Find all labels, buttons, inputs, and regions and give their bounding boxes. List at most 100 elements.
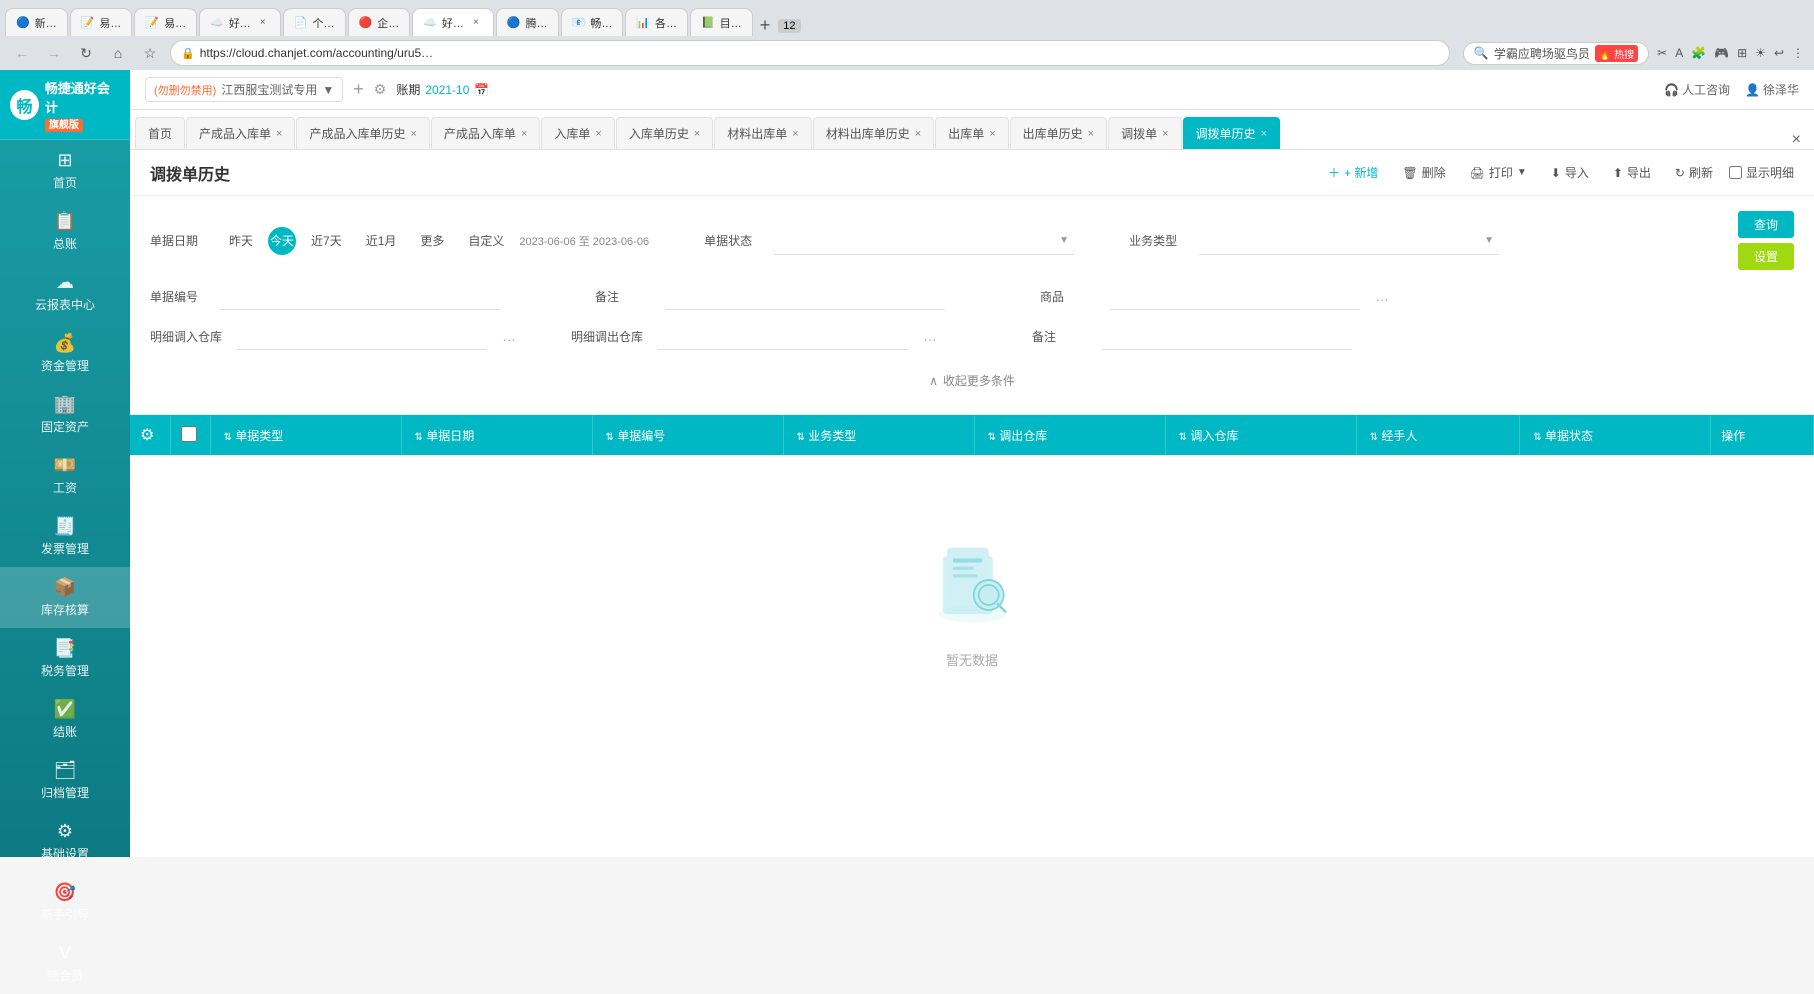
date-more[interactable]: 更多 [411,228,453,253]
collapse-btn[interactable]: ∧ 收起更多条件 [924,367,1020,394]
browser-tab-3[interactable]: 📝 易… [134,8,197,36]
note-input[interactable] [665,282,945,310]
nav-tab-close-2[interactable]: × [410,128,416,140]
sidebar-item-ledger[interactable]: 📋 总账 [0,201,130,262]
new-tab-btn[interactable]: + [760,15,771,36]
nav-tab-warehouse-in-hist[interactable]: 入库单历史 × [616,117,713,149]
bookmark-btn[interactable]: ☆ [138,41,162,65]
detail-note-input[interactable] [1102,322,1352,350]
period-value[interactable]: 2021-10 [425,83,469,97]
delete-btn[interactable]: 🗑 删除 [1394,160,1453,185]
company-settings-btn[interactable]: ⚙ [374,81,387,98]
browser-tab-11[interactable]: 📗 目… [690,8,753,36]
forward-btn[interactable]: → [42,41,66,65]
table-settings-icon[interactable]: ⚙ [140,427,154,444]
nav-tab-transfer[interactable]: 调拨单 × [1108,117,1181,149]
th-settings[interactable]: ⚙ [130,415,170,455]
nav-tab-close-6[interactable]: × [792,128,798,140]
sidebar-item-archive[interactable]: 🗂 归档管理 [0,750,130,811]
sidebar-item-home[interactable]: ⊞ 首页 [0,140,130,201]
goods-input[interactable] [1110,282,1360,310]
nav-tab-close-11[interactable]: × [1261,128,1267,140]
display-detail-checkbox[interactable] [1729,166,1742,179]
sidebar-item-tax[interactable]: 📑 税务管理 [0,628,130,689]
th-checkbox[interactable] [170,415,210,455]
nav-tab-product-in[interactable]: 产成品入库单 × [186,117,295,149]
nav-tab-close-1[interactable]: × [276,128,282,140]
sidebar-item-close[interactable]: ✅ 结账 [0,689,130,750]
browser-tab-7[interactable]: ☁️ 好… × [412,8,494,36]
extension-icon[interactable]: 🧩 [1691,46,1706,60]
query-btn[interactable]: 查询 [1738,211,1794,238]
sidebar-item-inventory[interactable]: 📦 库存核算 [0,567,130,628]
detail-in-ellipsis[interactable]: … [502,328,516,344]
sidebar-item-salary[interactable]: 💴 工资 [0,445,130,506]
company-selector[interactable]: (勿删勿禁用) 江西服宝测试专用 ▼ [145,77,343,102]
browser-tab-10[interactable]: 📊 各… [625,8,688,36]
th-out-warehouse[interactable]: ⇅ 调出仓库 [974,415,1165,455]
search-bar[interactable]: 🔍 学霸应聘场驱鸟员 🔥 热搜 [1463,42,1649,65]
status-select[interactable] [774,226,1059,254]
tab-close-7[interactable]: × [469,16,483,30]
sidebar-item-guide[interactable]: 🎯 新手引导 [0,872,130,933]
th-in-warehouse[interactable]: ⇅ 调入仓库 [1165,415,1356,455]
grid-icon[interactable]: ⊞ [1737,46,1747,60]
refresh-btn[interactable]: ↻ 刷新 [1667,160,1721,185]
browser-tab-1[interactable]: 🔵 新… [5,8,68,36]
detail-in-input[interactable] [237,322,487,350]
nav-tab-close-9[interactable]: × [1088,128,1094,140]
user-avatar[interactable]: 👤 徐泽华 [1745,81,1799,98]
th-doc-status[interactable]: ⇅ 单据状态 [1520,415,1711,455]
detail-out-ellipsis[interactable]: … [923,328,937,344]
nav-tab-product-in-hist[interactable]: 产成品入库单历史 × [296,117,429,149]
browser-tab-6[interactable]: 🔴 企… [348,8,411,36]
nav-tab-close-7[interactable]: × [915,128,921,140]
doc-no-input[interactable] [220,282,500,310]
nav-tab-transfer-hist[interactable]: 调拨单历史 × [1183,117,1280,149]
sidebar-item-reports[interactable]: ☁ 云报表中心 [0,262,130,323]
goods-ellipsis[interactable]: … [1375,288,1389,304]
nav-tab-home[interactable]: 首页 [135,117,185,149]
display-detail-toggle[interactable]: 显示明细 [1729,164,1794,181]
service-btn[interactable]: 🎧 人工咨询 [1664,81,1730,98]
add-company-btn[interactable]: + [353,79,364,100]
new-btn[interactable]: ＋ + 新增 [1320,160,1386,185]
th-doc-type[interactable]: ⇅ 单据类型 [210,415,401,455]
nav-tab-product-in2[interactable]: 产成品入库单 × [431,117,540,149]
export-btn[interactable]: ⬆ 导出 [1605,160,1659,185]
nav-tab-warehouse-in[interactable]: 入库单 × [541,117,614,149]
date-7days[interactable]: 近7天 [302,228,351,253]
import-btn[interactable]: ⬇ 导入 [1543,160,1597,185]
url-bar[interactable]: 🔒 https://cloud.chanjet.com/accounting/u… [170,40,1450,66]
scissors-icon[interactable]: ✂ [1657,46,1667,60]
menu-icon[interactable]: ⋮ [1792,46,1804,60]
theme-icon[interactable]: ☀ [1755,46,1766,60]
th-handler[interactable]: ⇅ 经手人 [1356,415,1520,455]
undo-icon[interactable]: ↩ [1774,46,1784,60]
detail-out-input[interactable] [658,322,908,350]
print-dropdown-icon[interactable]: ▼ [1517,167,1527,178]
translate-icon[interactable]: A [1675,46,1683,60]
back-btn[interactable]: ← [10,41,34,65]
game-icon[interactable]: 🎮 [1714,46,1729,60]
tab-close-4[interactable]: × [256,16,270,30]
date-1month[interactable]: 近1月 [357,228,406,253]
date-custom[interactable]: 自定义 [459,228,513,253]
nav-tab-close-5[interactable]: × [694,128,700,140]
nav-tab-out[interactable]: 出库单 × [935,117,1008,149]
browser-tab-2[interactable]: 📝 易… [70,8,133,36]
print-btn[interactable]: 🖨 打印 ▼ [1462,160,1535,185]
home-btn[interactable]: ⌂ [106,41,130,65]
sidebar-item-finance[interactable]: 💰 资金管理 [0,323,130,384]
select-all-checkbox[interactable] [181,426,197,442]
nav-tab-close-10[interactable]: × [1162,128,1168,140]
th-doc-date[interactable]: ⇅ 单据日期 [401,415,592,455]
sidebar-item-assets[interactable]: 🏢 固定资产 [0,384,130,445]
close-all-tabs-btn[interactable]: × [1784,131,1809,149]
browser-tab-5[interactable]: 📄 个… [283,8,346,36]
browser-tab-9[interactable]: 📧 畅… [561,8,624,36]
sidebar-item-invoice[interactable]: 🧾 发票管理 [0,506,130,567]
sidebar-item-settings[interactable]: ⚙ 基础设置 [0,811,130,872]
th-biz-type[interactable]: ⇅ 业务类型 [783,415,974,455]
sidebar-item-member[interactable]: V 畅会员 [0,933,130,994]
